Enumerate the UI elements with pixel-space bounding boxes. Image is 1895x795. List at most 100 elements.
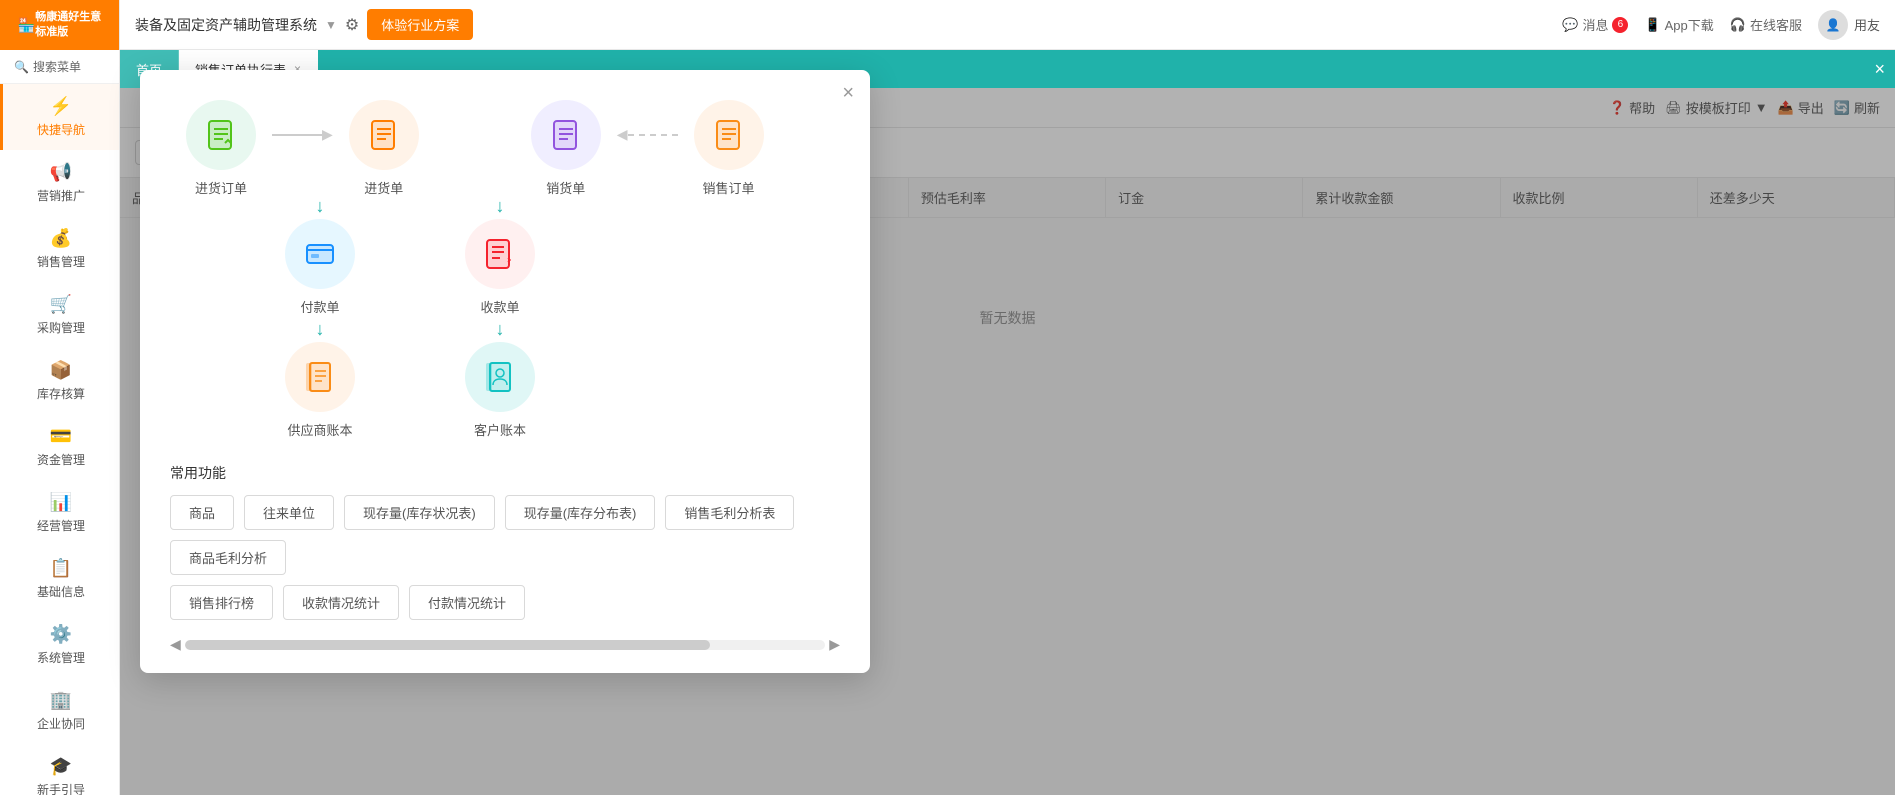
common-functions: 常用功能 商品 往来单位 现存量(库存状况表) 现存量(库存分布表) 销售毛利分… — [170, 463, 840, 620]
purchase-label: 采购管理 — [37, 319, 85, 336]
finance-label: 资金管理 — [37, 451, 85, 468]
sidebar-item-finance[interactable]: 💳 资金管理 — [0, 414, 119, 480]
sidebar-item-marketing[interactable]: 📢 营销推广 — [0, 150, 119, 216]
func-btn-sales-profit[interactable]: 销售毛利分析表 — [665, 495, 794, 530]
sales-order-label: 销售订单 — [703, 178, 755, 197]
sidebar-search[interactable]: 🔍 搜索菜单 — [0, 50, 119, 84]
marketing-icon: 📢 — [50, 162, 72, 183]
scroll-container: ◀ ▶ — [170, 636, 840, 653]
customer-ledger-circle — [465, 342, 535, 412]
func-btn-product[interactable]: 商品 — [170, 495, 234, 530]
sidebar-item-inventory[interactable]: 📦 库存核算 — [0, 348, 119, 414]
flow-node-purchase-order[interactable]: 进货订单 — [186, 100, 256, 197]
logo-text-line1: 畅康通好生意 — [35, 10, 101, 25]
sales-label: 销售管理 — [37, 253, 85, 270]
user-section[interactable]: 👤 用友 — [1818, 10, 1880, 40]
user-name: 用友 — [1854, 15, 1880, 34]
logo-text-line2: 标准版 — [35, 25, 101, 40]
online-service-label: 在线客服 — [1750, 15, 1802, 34]
sales-icon: 💰 — [50, 228, 72, 249]
sidebar-logo: 🏪 畅康通好生意 标准版 — [0, 0, 119, 50]
sidebar: 🏪 畅康通好生意 标准版 🔍 搜索菜单 ⚡ 快捷导航 📢 营销推广 💰 销售管理… — [0, 0, 120, 795]
message-badge: 6 — [1612, 17, 1628, 33]
modal-close-button[interactable]: × — [842, 82, 854, 105]
system-name: 装备及固定资产辅助管理系统 — [135, 15, 317, 35]
purchase-order-label: 进货订单 — [195, 178, 247, 197]
func-btn-counterpart[interactable]: 往来单位 — [244, 495, 334, 530]
flow-node-receipt-bill[interactable]: 收款单 — [465, 219, 535, 316]
enterprise-label: 企业协同 — [37, 715, 85, 732]
common-functions-title: 常用功能 — [170, 463, 840, 483]
flow-node-sales-order[interactable]: 销售订单 — [694, 100, 764, 197]
sidebar-item-operations[interactable]: 📊 经营管理 — [0, 480, 119, 546]
customer-ledger-label: 客户账本 — [474, 420, 526, 439]
func-btn-payment-stats[interactable]: 付款情况统计 — [409, 585, 525, 620]
func-btn-sales-rank[interactable]: 销售排行榜 — [170, 585, 273, 620]
basic-icon: 📋 — [50, 558, 72, 579]
basic-label: 基础信息 — [37, 583, 85, 600]
header-actions: 💬 消息 6 📱 App下载 🎧 在线客服 👤 用友 — [1562, 10, 1880, 40]
quick-modal: × 进货订单 ▶ — [140, 70, 870, 673]
marketing-label: 营销推广 — [37, 187, 85, 204]
enterprise-icon: 🏢 — [50, 690, 72, 711]
message-label: 消息 — [1582, 15, 1608, 34]
payment-bill-circle — [285, 219, 355, 289]
flow-node-sales-bill[interactable]: 销货单 — [531, 100, 601, 197]
dropdown-button[interactable]: ▼ — [325, 18, 337, 32]
inventory-label: 库存核算 — [37, 385, 85, 402]
newuser-icon: 🎓 — [50, 756, 72, 777]
app-download-button[interactable]: 📱 App下载 — [1644, 15, 1713, 34]
sidebar-item-enterprise[interactable]: 🏢 企业协同 — [0, 678, 119, 744]
finance-icon: 💳 — [50, 426, 72, 447]
message-button[interactable]: 💬 消息 6 — [1562, 15, 1628, 34]
sales-order-circle — [694, 100, 764, 170]
func-buttons-row2: 销售排行榜 收款情况统计 付款情况统计 — [170, 585, 840, 620]
sidebar-item-system[interactable]: ⚙️ 系统管理 — [0, 612, 119, 678]
flow-node-payment-bill[interactable]: 付款单 — [285, 219, 355, 316]
flow-node-supplier-ledger[interactable]: 供应商账本 — [285, 342, 355, 439]
sidebar-item-basic[interactable]: 📋 基础信息 — [0, 546, 119, 612]
func-btn-stock-dist[interactable]: 现存量(库存分布表) — [505, 495, 656, 530]
operations-icon: 📊 — [50, 492, 72, 513]
receipt-bill-circle — [465, 219, 535, 289]
scrollbar[interactable] — [185, 640, 825, 650]
flow-node-customer-ledger[interactable]: 客户账本 — [465, 342, 535, 439]
supplier-ledger-label: 供应商账本 — [287, 420, 352, 439]
purchase-bill-label: 进货单 — [364, 178, 403, 197]
operations-label: 经营管理 — [37, 517, 85, 534]
scroll-right-arrow[interactable]: ▶ — [829, 636, 840, 653]
purchase-order-circle — [186, 100, 256, 170]
func-buttons-row1: 商品 往来单位 现存量(库存状况表) 现存量(库存分布表) 销售毛利分析表 商品… — [170, 495, 840, 575]
online-service-button[interactable]: 🎧 在线客服 — [1730, 15, 1802, 34]
sidebar-item-quick-guide[interactable]: ⚡ 快捷导航 — [0, 84, 119, 150]
tab-close-all-button[interactable]: × — [1874, 59, 1885, 80]
system-label: 系统管理 — [37, 649, 85, 666]
func-btn-receipt-stats[interactable]: 收款情况统计 — [283, 585, 399, 620]
func-btn-product-profit[interactable]: 商品毛利分析 — [170, 540, 286, 575]
app-icon: 📱 — [1644, 17, 1660, 33]
search-label: 搜索菜单 — [33, 58, 81, 75]
sales-bill-label: 销货单 — [546, 178, 585, 197]
message-icon: 💬 — [1562, 17, 1578, 33]
system-icon: ⚙️ — [50, 624, 72, 645]
purchase-bill-circle — [349, 100, 419, 170]
payment-bill-label: 付款单 — [300, 297, 339, 316]
search-icon: 🔍 — [14, 60, 29, 74]
avatar: 👤 — [1818, 10, 1848, 40]
settings-button[interactable]: ⚙ — [345, 15, 359, 35]
flow-diagram: 进货订单 ▶ 进货单 — [170, 100, 840, 439]
scroll-thumb — [185, 640, 710, 650]
quick-guide-label: 快捷导航 — [37, 121, 85, 138]
sidebar-item-newuser[interactable]: 🎓 新手引导 — [0, 744, 119, 795]
func-btn-stock-status[interactable]: 现存量(库存状况表) — [344, 495, 495, 530]
flow-node-purchase-bill[interactable]: 进货单 — [349, 100, 419, 197]
sidebar-item-sales[interactable]: 💰 销售管理 — [0, 216, 119, 282]
supplier-ledger-circle — [285, 342, 355, 412]
sidebar-item-purchase[interactable]: 🛒 采购管理 — [0, 282, 119, 348]
newuser-label: 新手引导 — [37, 781, 85, 795]
logo-icon: 🏪 — [18, 17, 35, 34]
receipt-bill-label: 收款单 — [480, 297, 519, 316]
scroll-left-arrow[interactable]: ◀ — [170, 636, 181, 653]
quick-guide-icon: ⚡ — [50, 96, 72, 117]
experience-button[interactable]: 体验行业方案 — [367, 9, 473, 40]
